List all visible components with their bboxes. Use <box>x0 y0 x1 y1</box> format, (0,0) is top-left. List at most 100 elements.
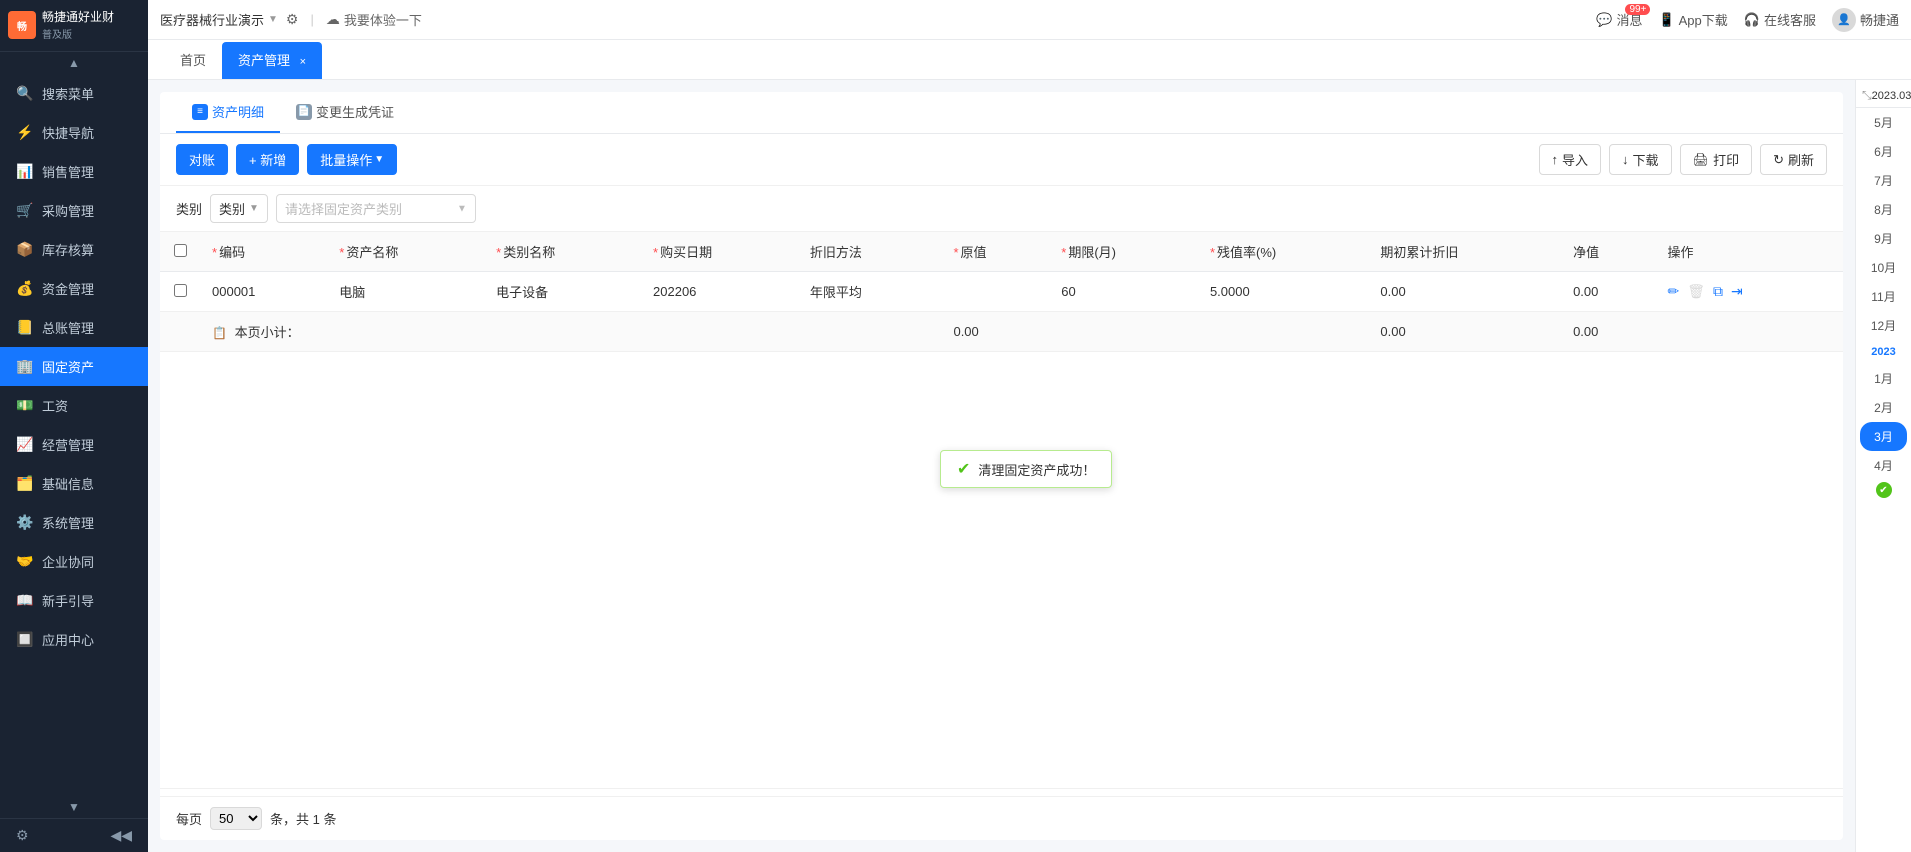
cell-accumulated: 0.00 <box>1368 272 1561 312</box>
sidebar-item-finance[interactable]: 💰 资金管理 <box>0 269 148 308</box>
sidebar-item-app-center[interactable]: 🔲 应用中心 <box>0 620 148 659</box>
message-btn[interactable]: 💬 消息 99+ <box>1596 10 1642 29</box>
cal-month-12[interactable]: 12月 <box>1856 311 1911 340</box>
cal-year-2023: 2023 <box>1856 340 1911 364</box>
cal-month-4[interactable]: 4月 <box>1856 451 1911 480</box>
sidebar-item-inventory[interactable]: 📦 库存核算 <box>0 230 148 269</box>
category-label: 类别 <box>176 199 202 218</box>
cal-month-6[interactable]: 6月 <box>1856 137 1911 166</box>
cal-month-3-active[interactable]: 3月 <box>1860 422 1907 451</box>
doc-icon: 📄 <box>296 104 312 120</box>
sidebar-header: 畅 畅捷通好业财 普及版 <box>0 0 148 52</box>
sidebar-item-sales[interactable]: 📊 销售管理 <box>0 152 148 191</box>
tab-home[interactable]: 首页 <box>164 42 222 79</box>
experience-btn[interactable]: ☁ 我要体验一下 <box>326 10 422 29</box>
delete-icon[interactable]: 🗑 <box>1687 283 1705 300</box>
download-button[interactable]: ↓ 下载 <box>1609 144 1672 175</box>
sidebar-item-label: 销售管理 <box>42 162 94 181</box>
company-dropdown-icon: ▼ <box>268 14 278 25</box>
sidebar-item-enterprise[interactable]: 🤝 企业协同 <box>0 542 148 581</box>
pagination: 每页 50 10 20 100 条，共 1 条 <box>160 796 1843 840</box>
content-card: ≡ 资产明细 📄 变更生成凭证 对账 + 新增 <box>160 92 1843 840</box>
sidebar-item-search[interactable]: 🔍 搜索菜单 <box>0 74 148 113</box>
table-row: 000001 电脑 电子设备 202206 年限平均 60 5.0000 0.0… <box>160 272 1843 312</box>
cell-period: 60 <box>1049 272 1198 312</box>
category-type-select[interactable]: 类别 ▼ <box>210 194 268 223</box>
toolbar-right: ↑ 导入 ↓ 下载 🖨 打印 ↻ 刷新 <box>1539 144 1827 175</box>
sidebar-item-label: 资金管理 <box>42 279 94 298</box>
scroll-inner <box>160 789 1360 790</box>
sidebar-item-label: 工资 <box>42 396 68 415</box>
cal-month-10[interactable]: 10月 <box>1856 253 1911 282</box>
cell-purchase-date: 202206 <box>641 272 798 312</box>
collapse-icon[interactable]: ◀◀ <box>110 827 132 844</box>
more-icon[interactable]: ⇥ <box>1731 283 1743 300</box>
sidebar-item-quick-nav[interactable]: ⚡ 快捷导航 <box>0 113 148 152</box>
sidebar-item-system[interactable]: ⚙️ 系统管理 <box>0 503 148 542</box>
th-residual-rate: *残值率(%) <box>1198 232 1368 272</box>
sidebar-item-ledger[interactable]: 📒 总账管理 <box>0 308 148 347</box>
main-area: 医疗器械行业演示 ▼ ⚙ | ☁ 我要体验一下 💬 消息 99+ 📱 App下载… <box>148 0 1911 852</box>
category-input[interactable]: 请选择固定资产类别 ▼ <box>276 194 476 223</box>
sidebar-item-payroll[interactable]: 💵 工资 <box>0 386 148 425</box>
sidebar-item-label: 系统管理 <box>42 513 94 532</box>
tab-asset-management[interactable]: 资产管理 × <box>222 42 322 79</box>
app-download-btn[interactable]: 📱 App下载 <box>1658 10 1727 29</box>
refresh-button[interactable]: ↻ 刷新 <box>1760 144 1827 175</box>
select-all-checkbox[interactable] <box>174 244 187 257</box>
cal-month-7[interactable]: 7月 <box>1856 166 1911 195</box>
sidebar-item-purchase[interactable]: 🛒 采购管理 <box>0 191 148 230</box>
th-original-value: *原值 <box>941 232 1049 272</box>
expand-icon[interactable]: ⤡ <box>1862 88 1872 103</box>
cal-month-9[interactable]: 9月 <box>1856 224 1911 253</box>
toast-message: 清理固定资产成功！ <box>978 460 1095 479</box>
sidebar-item-label: 基础信息 <box>42 474 94 493</box>
app-download-label: App下载 <box>1679 10 1728 29</box>
handshake-icon: 🤝 <box>16 553 34 570</box>
sidebar-item-guide[interactable]: 📖 新手引导 <box>0 581 148 620</box>
cal-month-2[interactable]: 2月 <box>1856 393 1911 422</box>
new-button[interactable]: + 新增 <box>236 144 299 175</box>
user-avatar-btn[interactable]: 👤 畅捷通 <box>1832 8 1899 32</box>
app-logo: 畅 <box>8 11 36 39</box>
settings-icon[interactable]: ⚙ <box>16 827 29 844</box>
input-dropdown-icon: ▼ <box>457 203 467 214</box>
action-icons: ✏ 🗑 ⧉ ⇥ <box>1668 283 1832 300</box>
right-panel: ⤡ 2023.03 ✕ 5月 6月 7月 8月 9月 10月 11月 12月 2… <box>1855 80 1911 852</box>
th-depreciation-method: 折旧方法 <box>798 232 942 272</box>
sidebar-nav: 🔍 搜索菜单 ⚡ 快捷导航 📊 销售管理 🛒 采购管理 📦 库存核算 💰 资金管… <box>0 74 148 796</box>
category-placeholder: 请选择固定资产类别 <box>285 199 402 218</box>
settings-gear-icon[interactable]: ⚙ <box>286 11 299 28</box>
cal-month-11[interactable]: 11月 <box>1856 282 1911 311</box>
print-button[interactable]: 🖨 打印 <box>1680 144 1753 175</box>
sidebar-item-basic-info[interactable]: 🗂️ 基础信息 <box>0 464 148 503</box>
cal-month-5[interactable]: 5月 <box>1856 108 1911 137</box>
online-service-btn[interactable]: 🎧 在线客服 <box>1744 10 1816 29</box>
sidebar-item-label: 企业协同 <box>42 552 94 571</box>
import-button[interactable]: ↑ 导入 <box>1539 144 1602 175</box>
cal-month-8[interactable]: 8月 <box>1856 195 1911 224</box>
tab-close-icon[interactable]: × <box>300 56 306 68</box>
edit-icon[interactable]: ✏ <box>1668 283 1680 300</box>
per-page-select[interactable]: 50 10 20 100 <box>210 807 262 830</box>
row-checkbox-cell <box>160 272 200 312</box>
sidebar-scroll-down[interactable]: ▼ <box>0 796 148 818</box>
company-selector[interactable]: 医疗器械行业演示 ▼ <box>160 10 278 29</box>
sub-tab-asset-detail[interactable]: ≡ 资产明细 <box>176 92 280 133</box>
reconcile-button[interactable]: 对账 <box>176 144 228 175</box>
cal-month-1[interactable]: 1月 <box>1856 364 1911 393</box>
sidebar-item-operations[interactable]: 📈 经营管理 <box>0 425 148 464</box>
sidebar-item-label: 固定资产 <box>42 357 94 376</box>
sub-tab-change-voucher[interactable]: 📄 变更生成凭证 <box>280 92 410 133</box>
nav-separator: | <box>310 12 313 27</box>
subtotal-net: 0.00 <box>1561 312 1655 352</box>
sidebar-item-fixed-assets[interactable]: 🏢 固定资产 <box>0 347 148 386</box>
topnav: 医疗器械行业演示 ▼ ⚙ | ☁ 我要体验一下 💬 消息 99+ 📱 App下载… <box>148 0 1911 40</box>
cell-actions: ✏ 🗑 ⧉ ⇥ <box>1656 272 1844 312</box>
row-checkbox[interactable] <box>174 284 187 297</box>
batch-button[interactable]: 批量操作 ▼ <box>307 144 397 175</box>
horizontal-scrollbar[interactable] <box>160 788 1843 796</box>
copy-icon[interactable]: ⧉ <box>1713 283 1723 300</box>
sidebar-item-label: 总账管理 <box>42 318 94 337</box>
sidebar-scroll-up[interactable]: ▲ <box>0 52 148 74</box>
